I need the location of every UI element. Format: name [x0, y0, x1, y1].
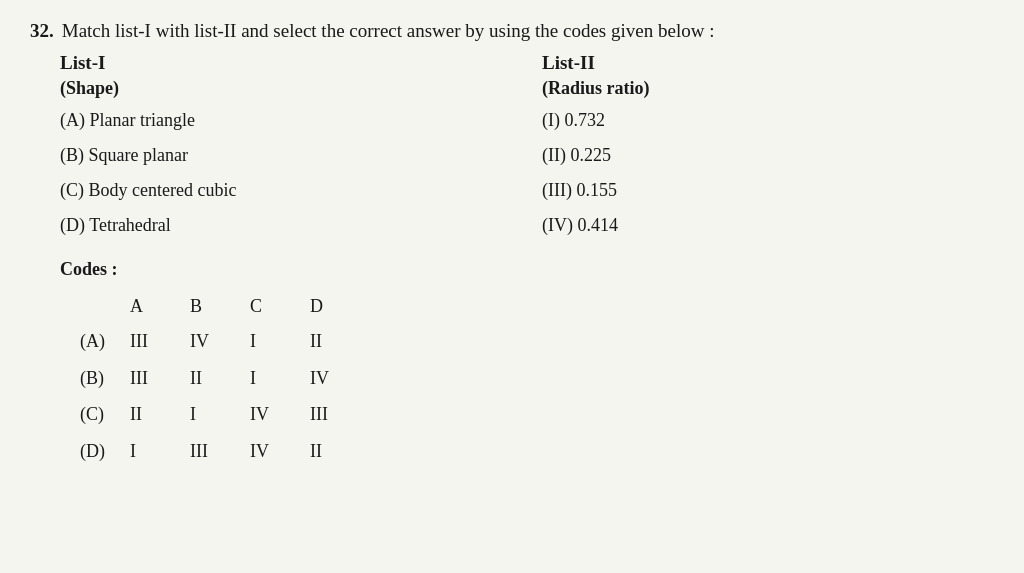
codes-table-cell: IV	[190, 323, 250, 360]
codes-table-row: (C)IIIIVIII	[80, 396, 370, 433]
codes-table-cell: IV	[310, 360, 370, 397]
question-header: 32. Match list-I with list-II and select…	[30, 20, 994, 42]
list-two-item-ii: (II) 0.225	[542, 142, 994, 169]
codes-table-cell: I	[250, 323, 310, 360]
codes-table-cell: IV	[250, 433, 310, 470]
list-one-item-d: (D) Tetrahedral	[60, 212, 512, 239]
codes-table-cell: II	[310, 433, 370, 470]
list-one-column: List-I (Shape) (A) Planar triangle (B) S…	[30, 52, 512, 247]
list-two-header: List-II	[542, 52, 994, 74]
list-two-column: List-II (Radius ratio) (I) 0.732 (II) 0.…	[512, 52, 994, 247]
codes-table-cell: III	[190, 433, 250, 470]
codes-table-cell: IV	[250, 396, 310, 433]
codes-column-header: D	[310, 288, 370, 323]
question-number: 32.	[30, 20, 54, 42]
codes-table-row: (B)IIIIIIIV	[80, 360, 370, 397]
codes-table-cell: III	[130, 360, 190, 397]
codes-table-cell: II	[310, 323, 370, 360]
list-two-subheader: (Radius ratio)	[542, 78, 994, 99]
codes-table-cell: I	[190, 396, 250, 433]
list-two-item-iv: (IV) 0.414	[542, 212, 994, 239]
codes-table-cell: (A)	[80, 323, 130, 360]
codes-label: Codes :	[60, 259, 994, 280]
list-two-item-i: (I) 0.732	[542, 107, 994, 134]
codes-table-cell: (D)	[80, 433, 130, 470]
codes-table-cell: I	[250, 360, 310, 397]
codes-column-header: A	[130, 288, 190, 323]
question-container: 32. Match list-I with list-II and select…	[30, 20, 994, 470]
codes-column-header	[80, 288, 130, 323]
codes-table-cell: (C)	[80, 396, 130, 433]
codes-table-cell: III	[310, 396, 370, 433]
codes-table-row: (A)IIIIVIII	[80, 323, 370, 360]
list-two-item-iii: (III) 0.155	[542, 177, 994, 204]
question-text: Match list-I with list-II and select the…	[62, 20, 715, 42]
codes-column-header: B	[190, 288, 250, 323]
list-one-item-a: (A) Planar triangle	[60, 107, 512, 134]
codes-table-cell: II	[130, 396, 190, 433]
codes-table-cell: I	[130, 433, 190, 470]
codes-table-row: (D)IIIIIVII	[80, 433, 370, 470]
list-one-item-c: (C) Body centered cubic	[60, 177, 512, 204]
codes-column-header: C	[250, 288, 310, 323]
codes-table: ABCD(A)IIIIVIII(B)IIIIIIIV(C)IIIIVIII(D)…	[80, 288, 370, 470]
codes-table-cell: III	[130, 323, 190, 360]
codes-section: Codes : ABCD(A)IIIIVIII(B)IIIIIIIV(C)III…	[30, 259, 994, 470]
lists-container: List-I (Shape) (A) Planar triangle (B) S…	[30, 52, 994, 247]
list-one-item-b: (B) Square planar	[60, 142, 512, 169]
list-one-subheader: (Shape)	[60, 78, 512, 99]
codes-table-cell: II	[190, 360, 250, 397]
codes-table-cell: (B)	[80, 360, 130, 397]
list-one-header: List-I	[60, 52, 512, 74]
